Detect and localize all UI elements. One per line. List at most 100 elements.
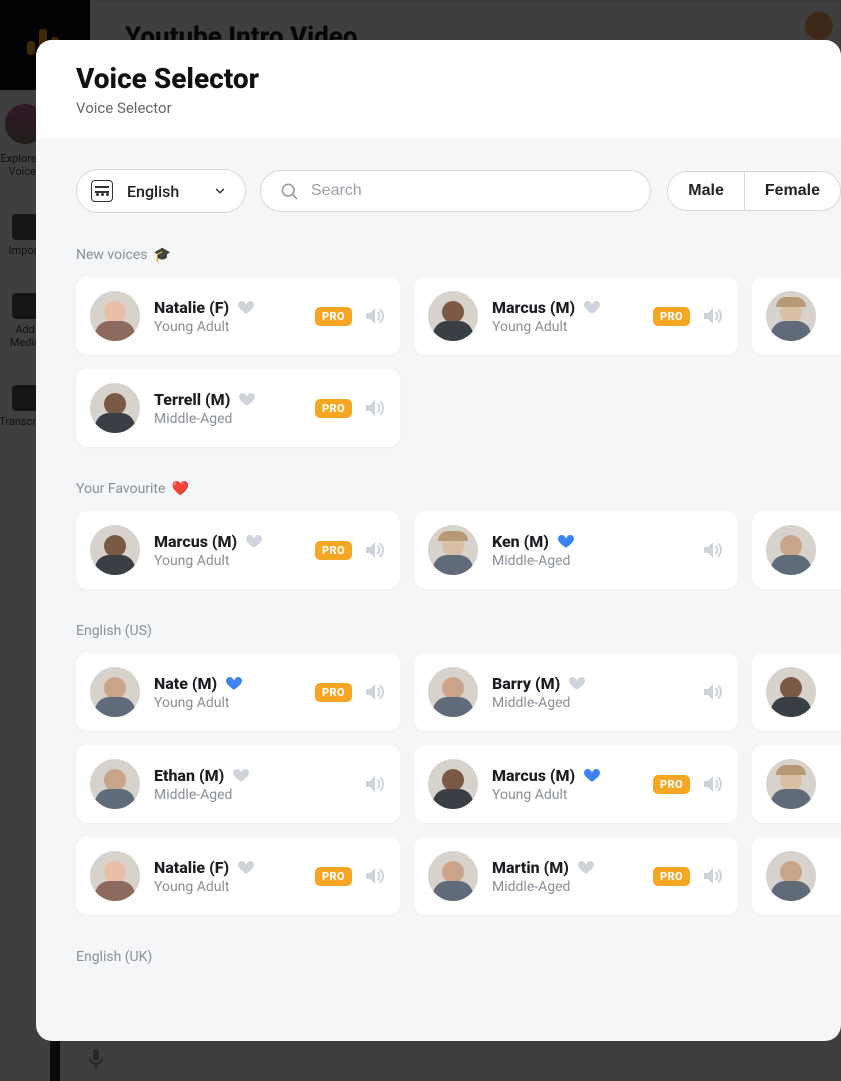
avatar bbox=[428, 759, 478, 809]
heart-icon[interactable] bbox=[568, 674, 586, 692]
speaker-icon[interactable] bbox=[700, 680, 724, 704]
pro-badge: PRO bbox=[315, 399, 352, 418]
voice-card[interactable]: Ken (M)Middle-Aged bbox=[414, 511, 738, 589]
voice-actions: PRO bbox=[653, 864, 724, 888]
voice-age: Middle-Aged bbox=[492, 695, 686, 711]
heart-icon[interactable] bbox=[232, 766, 250, 784]
voice-section: Your Favourite❤️Marcus (M)Young AdultPRO… bbox=[76, 481, 841, 589]
voice-card[interactable]: Ethan (M)Middle-Aged bbox=[76, 745, 400, 823]
voice-age: Young Adult bbox=[154, 319, 301, 335]
search-input[interactable] bbox=[311, 182, 632, 200]
voice-card[interactable]: Natalie (F)Young AdultPRO bbox=[76, 277, 400, 355]
voice-age: Middle-Aged bbox=[154, 411, 301, 427]
voice-card[interactable]: Nate (M) Young Adult PRO bbox=[76, 653, 400, 731]
modal-body: English Male Female New voices🎓 Natalie (… bbox=[36, 139, 841, 1041]
speaker-icon[interactable] bbox=[362, 396, 386, 420]
heart-icon[interactable] bbox=[583, 298, 601, 316]
voice-section: English (US) Nate (M) Young Adult PRO Barry … bbox=[76, 623, 841, 915]
avatar bbox=[90, 759, 140, 809]
voice-actions: PRO bbox=[315, 396, 386, 420]
voice-age: Young Adult bbox=[154, 879, 301, 895]
pro-badge: PRO bbox=[315, 683, 352, 702]
heart-icon[interactable] bbox=[583, 766, 601, 784]
voice-actions: PRO bbox=[653, 772, 724, 796]
voice-grid: Natalie (F)Young AdultPROMarcus (M)Young… bbox=[76, 277, 841, 447]
speaker-icon[interactable] bbox=[362, 538, 386, 562]
heart-icon[interactable] bbox=[238, 390, 256, 408]
heart-icon[interactable] bbox=[577, 858, 595, 876]
language-selector[interactable]: English bbox=[76, 169, 246, 213]
pro-badge: PRO bbox=[315, 307, 352, 326]
section-title: Your Favourite❤️ bbox=[76, 481, 841, 497]
voice-age: Young Adult bbox=[154, 553, 301, 569]
voice-age: Middle-Aged bbox=[492, 879, 639, 895]
voice-info: Marcus (M) Young Adult bbox=[492, 766, 639, 803]
voice-age: Young Adult bbox=[154, 695, 301, 711]
voice-selector-modal: Voice Selector Voice Selector English Ma… bbox=[36, 40, 841, 1041]
modal-subtitle: Voice Selector bbox=[76, 99, 801, 117]
voice-grid: Nate (M) Young Adult PRO Barry (M)Middle-Ag… bbox=[76, 653, 841, 915]
speaker-icon[interactable] bbox=[362, 304, 386, 328]
gender-toggle: Male Female bbox=[667, 171, 841, 211]
voice-card[interactable] bbox=[752, 511, 841, 589]
voice-info: Ken (M)Middle-Aged bbox=[492, 532, 686, 569]
voice-card[interactable]: Martin (M) Middle-Aged PRO bbox=[414, 837, 738, 915]
voice-card[interactable] bbox=[752, 745, 841, 823]
voice-card[interactable]: Terrell (M) Middle-Aged PRO bbox=[76, 369, 400, 447]
voice-actions: PRO bbox=[315, 304, 386, 328]
voice-name: Terrell (M) bbox=[154, 390, 230, 409]
voice-actions bbox=[700, 538, 724, 562]
section-emoji-icon: ❤️ bbox=[171, 481, 188, 497]
heart-icon[interactable] bbox=[557, 532, 575, 550]
voice-name: Marcus (M) bbox=[492, 766, 575, 785]
avatar bbox=[428, 851, 478, 901]
speaker-icon[interactable] bbox=[700, 864, 724, 888]
controls-row: English Male Female bbox=[76, 169, 841, 213]
voice-name: Nate (M) bbox=[154, 674, 217, 693]
voice-age: Young Adult bbox=[492, 787, 639, 803]
voice-card[interactable]: Marcus (M) Young Adult PRO bbox=[414, 745, 738, 823]
voice-name: Natalie (F) bbox=[154, 858, 229, 877]
voice-card[interactable] bbox=[752, 653, 841, 731]
voice-card[interactable] bbox=[752, 277, 841, 355]
voice-actions bbox=[700, 680, 724, 704]
voice-section: English (UK) bbox=[76, 949, 841, 979]
speaker-icon[interactable] bbox=[362, 864, 386, 888]
avatar bbox=[90, 383, 140, 433]
voice-info: Marcus (M) Young Adult bbox=[154, 532, 301, 569]
heart-icon[interactable] bbox=[237, 858, 255, 876]
speaker-icon[interactable] bbox=[700, 538, 724, 562]
voice-actions: PRO bbox=[315, 680, 386, 704]
voice-info: Barry (M)Middle-Aged bbox=[492, 674, 686, 711]
avatar bbox=[90, 851, 140, 901]
voice-info: Terrell (M) Middle-Aged bbox=[154, 390, 301, 427]
section-emoji-icon: 🎓 bbox=[153, 247, 170, 263]
voice-card[interactable]: Barry (M)Middle-Aged bbox=[414, 653, 738, 731]
speaker-icon[interactable] bbox=[362, 680, 386, 704]
voice-card[interactable]: Natalie (F)Young AdultPRO bbox=[76, 837, 400, 915]
voice-card[interactable]: Marcus (M)Young AdultPRO bbox=[76, 511, 400, 589]
voice-name: Martin (M) bbox=[492, 858, 569, 877]
voice-info: Ethan (M)Middle-Aged bbox=[154, 766, 348, 803]
pro-badge: PRO bbox=[653, 775, 690, 794]
avatar bbox=[766, 759, 816, 809]
voice-info: Natalie (F) Young Adult bbox=[154, 858, 301, 895]
voice-card[interactable]: Marcus (M)Young AdultPRO bbox=[414, 277, 738, 355]
heart-icon[interactable] bbox=[245, 532, 263, 550]
voice-info: Nate (M) Young Adult bbox=[154, 674, 301, 711]
modal-title: Voice Selector bbox=[76, 62, 801, 95]
avatar bbox=[766, 851, 816, 901]
section-title: New voices🎓 bbox=[76, 247, 841, 263]
gender-female-button[interactable]: Female bbox=[744, 172, 840, 210]
heart-icon[interactable] bbox=[225, 674, 243, 692]
section-title-label: English (US) bbox=[76, 623, 152, 639]
voice-name: Marcus (M) bbox=[154, 532, 237, 551]
search-field[interactable] bbox=[260, 170, 651, 212]
speaker-icon[interactable] bbox=[362, 772, 386, 796]
heart-icon[interactable] bbox=[237, 298, 255, 316]
speaker-icon[interactable] bbox=[700, 772, 724, 796]
voice-age: Middle-Aged bbox=[154, 787, 348, 803]
gender-male-button[interactable]: Male bbox=[668, 172, 744, 210]
voice-card[interactable] bbox=[752, 837, 841, 915]
speaker-icon[interactable] bbox=[700, 304, 724, 328]
